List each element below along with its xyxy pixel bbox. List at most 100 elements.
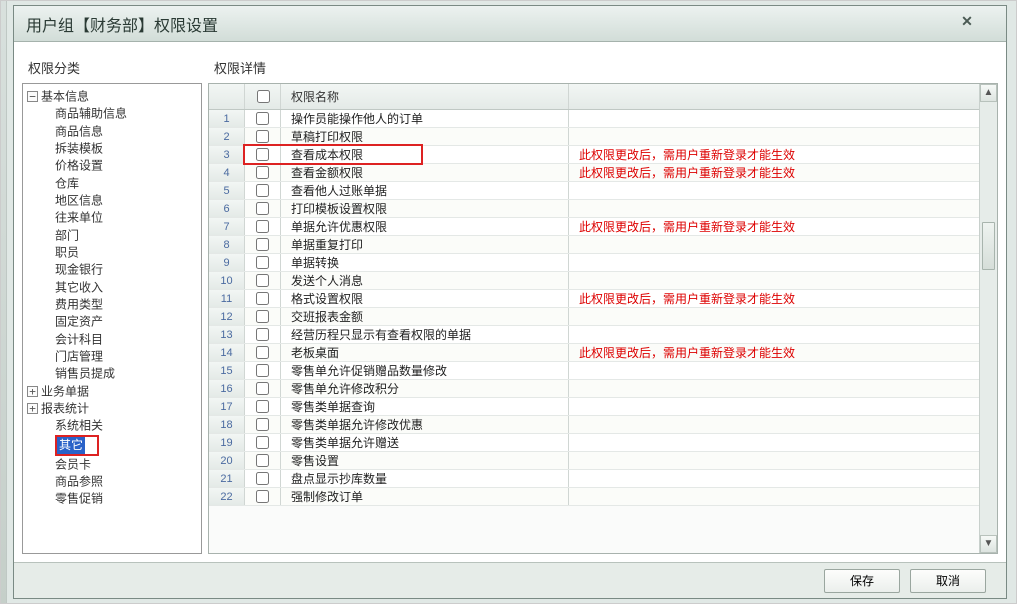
table-row[interactable]: 12交班报表金额 — [209, 308, 979, 326]
vertical-scrollbar[interactable]: ▲ ▼ — [979, 84, 997, 553]
tree-node[interactable]: +报表统计 — [25, 400, 199, 417]
tree-node[interactable]: 会计科目 — [25, 331, 199, 348]
table-row[interactable]: 13经营历程只显示有查看权限的单据 — [209, 326, 979, 344]
row-checkbox[interactable] — [256, 148, 269, 161]
row-checkbox[interactable] — [256, 400, 269, 413]
sidebar-header: 权限分类 — [22, 50, 202, 83]
close-icon[interactable]: ✕ — [956, 14, 976, 32]
table-row[interactable]: 17零售类单据查询 — [209, 398, 979, 416]
row-checkbox[interactable] — [256, 382, 269, 395]
tree-label: 仓库 — [55, 176, 79, 190]
row-checkbox[interactable] — [256, 472, 269, 485]
tree-toggle-icon[interactable]: − — [27, 91, 38, 102]
row-number: 5 — [209, 182, 245, 199]
tree-node[interactable]: 销售员提成 — [25, 365, 199, 382]
row-number: 16 — [209, 380, 245, 397]
row-checkbox[interactable] — [256, 166, 269, 179]
table-row[interactable]: 20零售设置 — [209, 452, 979, 470]
tree-node[interactable]: 商品参照 — [25, 473, 199, 490]
table-row[interactable]: 11格式设置权限此权限更改后，需用户重新登录才能生效 — [209, 290, 979, 308]
table-row[interactable]: 7单据允许优惠权限此权限更改后，需用户重新登录才能生效 — [209, 218, 979, 236]
row-checkbox[interactable] — [256, 220, 269, 233]
permission-name: 单据重复打印 — [281, 236, 569, 253]
table-row[interactable]: 14老板桌面此权限更改后，需用户重新登录才能生效 — [209, 344, 979, 362]
scroll-thumb[interactable] — [982, 222, 995, 270]
table-row[interactable]: 8单据重复打印 — [209, 236, 979, 254]
permission-note: 此权限更改后，需用户重新登录才能生效 — [569, 218, 979, 235]
row-checkbox[interactable] — [256, 346, 269, 359]
save-button[interactable]: 保存 — [824, 569, 900, 593]
table-row[interactable]: 22强制修改订单 — [209, 488, 979, 506]
tree-label: 固定资产 — [55, 315, 103, 329]
row-checkbox[interactable] — [256, 490, 269, 503]
table-row[interactable]: 1操作员能操作他人的订单 — [209, 110, 979, 128]
row-number: 18 — [209, 416, 245, 433]
tree-node[interactable]: 门店管理 — [25, 348, 199, 365]
scroll-down-icon[interactable]: ▼ — [980, 535, 997, 553]
table-row[interactable]: 18 零售类单据允许修改优惠 — [209, 416, 979, 434]
row-checkbox[interactable] — [256, 130, 269, 143]
tree-toggle-icon[interactable]: + — [27, 403, 38, 414]
tree-node[interactable]: 其它收入 — [25, 279, 199, 296]
table-row[interactable]: 4查看金额权限此权限更改后，需用户重新登录才能生效 — [209, 164, 979, 182]
row-checkbox[interactable] — [256, 274, 269, 287]
row-checkbox[interactable] — [256, 238, 269, 251]
permission-name: 零售类单据允许修改优惠 — [281, 416, 569, 433]
permission-note — [569, 434, 979, 451]
tree-node[interactable]: 职员 — [25, 244, 199, 261]
tree-node[interactable]: 其它 — [25, 435, 199, 456]
select-all-checkbox[interactable] — [257, 90, 270, 103]
permission-note — [569, 236, 979, 253]
permission-note — [569, 272, 979, 289]
tree-node[interactable]: 固定资产 — [25, 313, 199, 330]
table-row[interactable]: 10发送个人消息 — [209, 272, 979, 290]
scroll-up-icon[interactable]: ▲ — [980, 84, 997, 102]
table-row[interactable]: 15零售单允许促销赠品数量修改 — [209, 362, 979, 380]
table-row[interactable]: 21盘点显示抄库数量 — [209, 470, 979, 488]
permission-name: 单据允许优惠权限 — [281, 218, 569, 235]
tree-node[interactable]: 系统相关 — [25, 417, 199, 434]
permission-note — [569, 200, 979, 217]
row-checkbox[interactable] — [256, 454, 269, 467]
tree-node[interactable]: 往来单位 — [25, 209, 199, 226]
tree-toggle-icon[interactable]: + — [27, 386, 38, 397]
row-checkbox[interactable] — [256, 364, 269, 377]
row-checkbox[interactable] — [256, 436, 269, 449]
cancel-button[interactable]: 取消 — [910, 569, 986, 593]
row-number: 6 — [209, 200, 245, 217]
tree-node[interactable]: 地区信息 — [25, 192, 199, 209]
tree-node[interactable]: 费用类型 — [25, 296, 199, 313]
row-checkbox[interactable] — [256, 202, 269, 215]
tree-node[interactable]: −基本信息 — [25, 88, 199, 105]
tree-node[interactable]: 拆装模板 — [25, 140, 199, 157]
table-row[interactable]: 2草稿打印权限 — [209, 128, 979, 146]
tree-node[interactable]: 商品辅助信息 — [25, 105, 199, 122]
row-checkbox[interactable] — [256, 418, 269, 431]
col-name-header[interactable]: 权限名称 — [281, 84, 569, 109]
table-row[interactable]: 5查看他人过账单据 — [209, 182, 979, 200]
tree-label: 会员卡 — [55, 457, 91, 471]
tree-node[interactable]: 商品信息 — [25, 123, 199, 140]
table-row[interactable]: 3查看成本权限此权限更改后，需用户重新登录才能生效 — [209, 146, 979, 164]
permission-tree[interactable]: −基本信息商品辅助信息商品信息拆装模板价格设置仓库地区信息往来单位部门职员现金银… — [22, 83, 202, 554]
table-row[interactable]: 19零售类单据允许赠送 — [209, 434, 979, 452]
row-checkbox[interactable] — [256, 310, 269, 323]
tree-node[interactable]: 部门 — [25, 227, 199, 244]
tree-node[interactable]: +业务单据 — [25, 383, 199, 400]
row-checkbox[interactable] — [256, 256, 269, 269]
table-row[interactable]: 16零售单允许修改积分 — [209, 380, 979, 398]
row-number: 3 — [209, 146, 245, 163]
tree-node[interactable]: 零售促销 — [25, 490, 199, 507]
table-row[interactable]: 6打印模板设置权限 — [209, 200, 979, 218]
tree-node[interactable]: 会员卡 — [25, 456, 199, 473]
row-checkbox[interactable] — [256, 112, 269, 125]
row-checkbox[interactable] — [256, 184, 269, 197]
tree-node[interactable]: 现金银行 — [25, 261, 199, 278]
tree-label: 业务单据 — [41, 384, 89, 398]
tree-node[interactable]: 价格设置 — [25, 157, 199, 174]
row-checkbox[interactable] — [256, 328, 269, 341]
table-row[interactable]: 9单据转换 — [209, 254, 979, 272]
row-checkbox[interactable] — [256, 292, 269, 305]
tree-node[interactable]: 仓库 — [25, 175, 199, 192]
col-check-header[interactable] — [245, 84, 281, 109]
